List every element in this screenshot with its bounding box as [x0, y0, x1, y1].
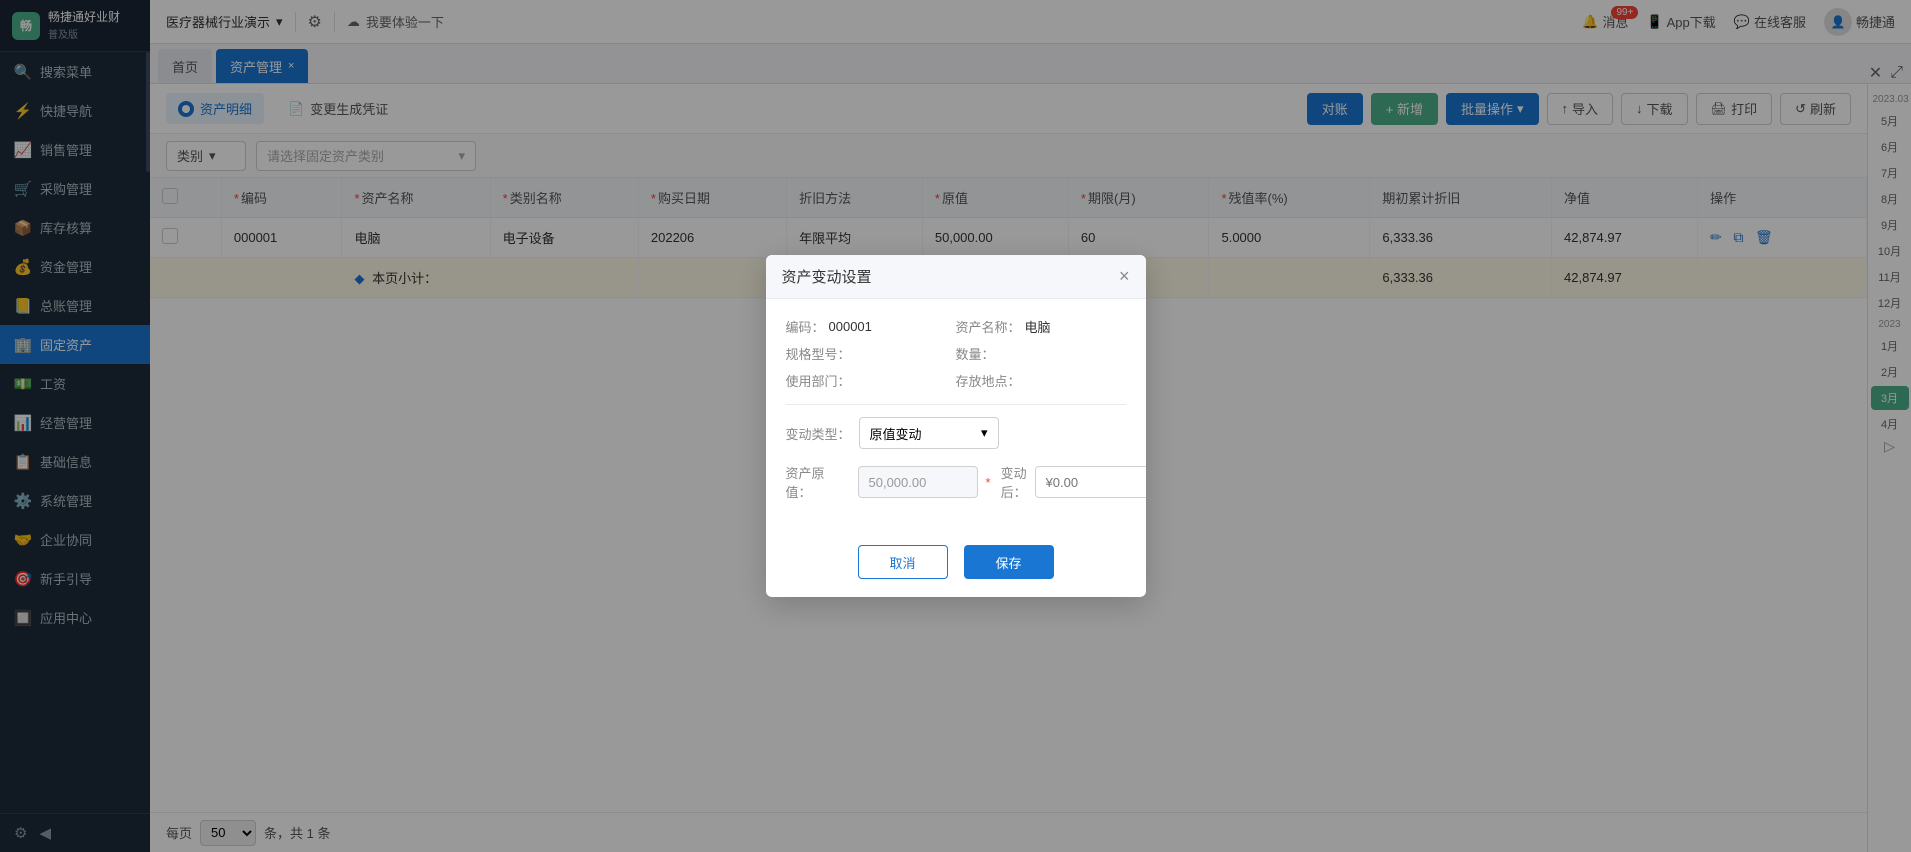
modal-dept: 使用部门： — [786, 371, 956, 390]
modal-storage: 存放地点： — [956, 371, 1126, 390]
asset-change-modal: 资产变动设置 × 编码： 000001 资产名称： 电脑 规格型号： 数量： — [766, 255, 1146, 597]
modal-overlay: 资产变动设置 × 编码： 000001 资产名称： 电脑 规格型号： 数量： — [0, 0, 1911, 852]
modal-change-type-row: 变动类型： 原值变动 ▾ — [786, 417, 1126, 449]
modal-info-grid: 编码： 000001 资产名称： 电脑 规格型号： 数量： 使用部门： — [786, 317, 1126, 405]
modal-close-btn[interactable]: × — [1119, 266, 1130, 287]
modal-quantity: 数量： — [956, 344, 1126, 363]
modal-spec: 规格型号： — [786, 344, 956, 363]
modal-asset-name: 资产名称： 电脑 — [956, 317, 1126, 336]
save-button[interactable]: 保存 — [964, 545, 1054, 579]
cancel-button[interactable]: 取消 — [858, 545, 948, 579]
select-dropdown-icon: ▾ — [981, 425, 988, 441]
modal-value-row: 资产原值： * 变动后： — [786, 463, 1126, 501]
original-value-input — [858, 466, 978, 498]
modal-code: 编码： 000001 — [786, 317, 956, 336]
modal-header: 资产变动设置 × — [766, 255, 1146, 299]
modal-body: 编码： 000001 资产名称： 电脑 规格型号： 数量： 使用部门： — [766, 299, 1146, 533]
after-value-input[interactable] — [1035, 466, 1146, 498]
modal-footer: 取消 保存 — [766, 533, 1146, 597]
change-type-select[interactable]: 原值变动 ▾ — [859, 417, 999, 449]
